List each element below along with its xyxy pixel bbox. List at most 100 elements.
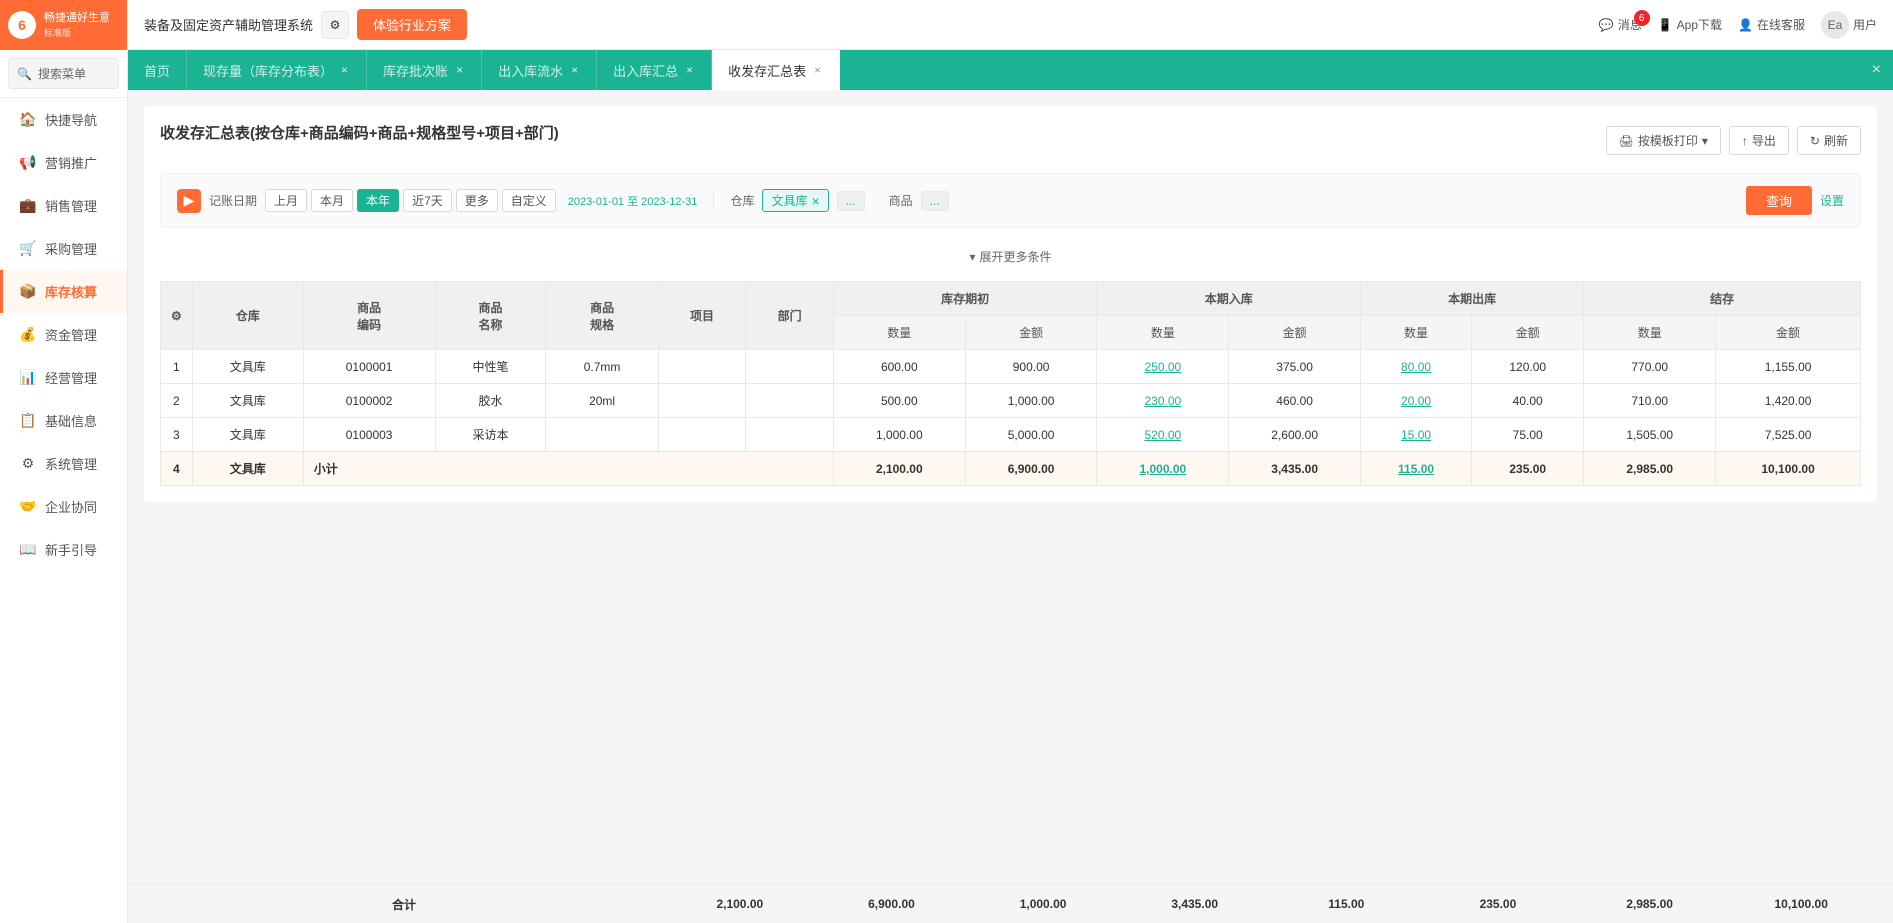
expand-more-row[interactable]: ▾ 展开更多条件 xyxy=(160,240,1861,273)
sidebar-item-purchase[interactable]: 🛒 采购管理 xyxy=(0,227,127,270)
date-more[interactable]: 更多 xyxy=(456,189,498,212)
row-opening-amt: 900.00 xyxy=(965,350,1097,384)
trial-button[interactable]: 体验行业方案 xyxy=(357,9,467,40)
tab-close-icon[interactable]: × xyxy=(454,63,465,77)
row-balance-amt: 1,420.00 xyxy=(1716,384,1861,418)
tab-close-icon[interactable]: × xyxy=(339,63,350,77)
tab-close-icon[interactable]: × xyxy=(812,63,823,77)
row-code: 0100003 xyxy=(303,418,435,452)
print-button[interactable]: 🖨 按模板打印 ▾ xyxy=(1606,126,1721,155)
row-in-qty[interactable]: 230.00 xyxy=(1097,384,1229,418)
date-options: 上月 本月 本年 近7天 更多 自定义 xyxy=(265,189,556,212)
expand-icon: ▾ xyxy=(969,250,975,264)
tabs-close-all-button[interactable]: × xyxy=(1860,61,1893,79)
col-dept-header: 部门 xyxy=(746,282,834,350)
refresh-label: 刷新 xyxy=(1824,132,1848,149)
sidebar-item-stock[interactable]: 📦 库存核算 xyxy=(0,270,127,313)
app-download-action[interactable]: 📱 App下载 xyxy=(1658,16,1722,33)
col-balance-amt: 金额 xyxy=(1716,316,1861,350)
filter-collapse-button[interactable]: ▶ xyxy=(177,189,201,213)
user-action[interactable]: Ea 用户 xyxy=(1821,11,1877,39)
sidebar-item-sales[interactable]: 💼 销售管理 xyxy=(0,184,127,227)
row-in-qty[interactable]: 250.00 xyxy=(1097,350,1229,384)
row-out-qty[interactable]: 80.00 xyxy=(1361,350,1472,384)
sidebar-item-system[interactable]: ⚙ 系统管理 xyxy=(0,442,127,485)
subtotal-in-amt: 3,435.00 xyxy=(1229,452,1361,486)
row-balance-qty: 710.00 xyxy=(1584,384,1716,418)
header-settings-button[interactable]: ⚙ xyxy=(321,11,349,39)
sidebar-item-basic[interactable]: 📋 基础信息 xyxy=(0,399,127,442)
sidebar-item-finance[interactable]: 💰 资金管理 xyxy=(0,313,127,356)
export-icon: ↑ xyxy=(1742,134,1748,148)
sidebar-nav: 🏠 快捷导航 📢 营销推广 💼 销售管理 🛒 采购管理 📦 库存核算 💰 资金管… xyxy=(0,98,127,571)
warehouse-more-button[interactable]: ... xyxy=(837,191,865,211)
row-in-qty[interactable]: 520.00 xyxy=(1097,418,1229,452)
message-icon: 💬 xyxy=(1599,18,1614,32)
col-in-qty: 数量 xyxy=(1097,316,1229,350)
sidebar-item-collab[interactable]: 🤝 企业协同 xyxy=(0,485,127,528)
sidebar-item-guide[interactable]: 📖 新手引导 xyxy=(0,528,127,571)
quick-nav-icon: 🏠 xyxy=(19,111,37,129)
total-label: 合计 xyxy=(392,898,416,912)
row-opening-qty: 600.00 xyxy=(833,350,965,384)
filter-divider xyxy=(713,191,714,211)
row-name: 采访本 xyxy=(435,418,546,452)
search-label: 搜索菜单 xyxy=(38,65,86,82)
tab-batch[interactable]: 库存批次账 × xyxy=(367,50,482,90)
tab-close-icon[interactable]: × xyxy=(569,63,580,77)
warehouse-tag-text: 文具库 xyxy=(771,192,807,209)
sidebar-item-operations[interactable]: 📊 经营管理 xyxy=(0,356,127,399)
subtotal-in-qty[interactable]: 1,000.00 xyxy=(1097,452,1229,486)
online-service-action[interactable]: 👤 在线客服 xyxy=(1738,16,1805,33)
row-out-qty[interactable]: 20.00 xyxy=(1361,384,1472,418)
tab-home[interactable]: 首页 xyxy=(128,50,187,90)
mobile-icon: 📱 xyxy=(1658,18,1673,32)
expand-label: 展开更多条件 xyxy=(980,248,1052,265)
subtotal-out-qty[interactable]: 115.00 xyxy=(1361,452,1472,486)
sidebar-search-button[interactable]: 🔍 搜索菜单 xyxy=(8,58,119,89)
col-opening-amt: 金额 xyxy=(965,316,1097,350)
subtotal-no: 4 xyxy=(161,452,193,486)
warehouse-tag-close-button[interactable]: × xyxy=(811,193,819,209)
filter-settings-link[interactable]: 设置 xyxy=(1820,192,1844,209)
subtotal-row: 4 文具库 小计 2,100.00 6,900.00 1,000.00 3,43… xyxy=(161,452,1861,486)
col-out-header: 本期出库 xyxy=(1361,282,1584,316)
date-this-year[interactable]: 本年 xyxy=(357,189,399,212)
total-balance-amt: 10,100.00 xyxy=(1725,893,1877,915)
refresh-button[interactable]: ↻ 刷新 xyxy=(1797,126,1861,155)
sidebar-item-quick-nav[interactable]: 🏠 快捷导航 xyxy=(0,98,127,141)
tab-flow[interactable]: 出入库流水 × xyxy=(482,50,597,90)
date-last-month[interactable]: 上月 xyxy=(265,189,307,212)
sidebar-item-marketing[interactable]: 📢 营销推广 xyxy=(0,141,127,184)
message-action[interactable]: 💬 消息 6 xyxy=(1599,16,1642,33)
tab-label: 出入库流水 xyxy=(498,61,563,80)
row-balance-amt: 1,155.00 xyxy=(1716,350,1861,384)
subtotal-balance-qty: 2,985.00 xyxy=(1584,452,1716,486)
tab-stock-dist[interactable]: 现存量（库存分布表） × xyxy=(187,50,367,90)
date-custom[interactable]: 自定义 xyxy=(502,189,556,212)
table-row: 1 文具库 0100001 中性笔 0.7mm 600.00 900.00 25… xyxy=(161,350,1861,384)
date-filter-label: 记账日期 xyxy=(209,192,257,209)
date-this-month[interactable]: 本月 xyxy=(311,189,353,212)
row-code: 0100002 xyxy=(303,384,435,418)
goods-more-button[interactable]: ... xyxy=(921,191,949,211)
system-icon: ⚙ xyxy=(19,455,37,473)
row-dept xyxy=(746,384,834,418)
query-button[interactable]: 查询 xyxy=(1746,186,1812,215)
row-out-qty[interactable]: 15.00 xyxy=(1361,418,1472,452)
total-in-amt: 3,435.00 xyxy=(1119,893,1271,915)
row-project xyxy=(658,418,746,452)
row-out-amt: 75.00 xyxy=(1472,418,1584,452)
col-out-qty: 数量 xyxy=(1361,316,1472,350)
col-balance-qty: 数量 xyxy=(1584,316,1716,350)
table-settings-header[interactable]: ⚙ xyxy=(161,282,193,350)
export-button[interactable]: ↑ 导出 xyxy=(1729,126,1789,155)
row-project xyxy=(658,350,746,384)
page-title: 收发存汇总表(按仓库+商品编码+商品+规格型号+项目+部门) xyxy=(160,122,559,143)
date-7days[interactable]: 近7天 xyxy=(403,189,452,212)
tab-summary[interactable]: 出入库汇总 × xyxy=(597,50,712,90)
chevron-down-icon: ▾ xyxy=(1702,134,1708,148)
row-name: 胶水 xyxy=(435,384,546,418)
tab-close-icon[interactable]: × xyxy=(684,63,695,77)
tab-recv-send[interactable]: 收发存汇总表 × xyxy=(712,50,840,90)
